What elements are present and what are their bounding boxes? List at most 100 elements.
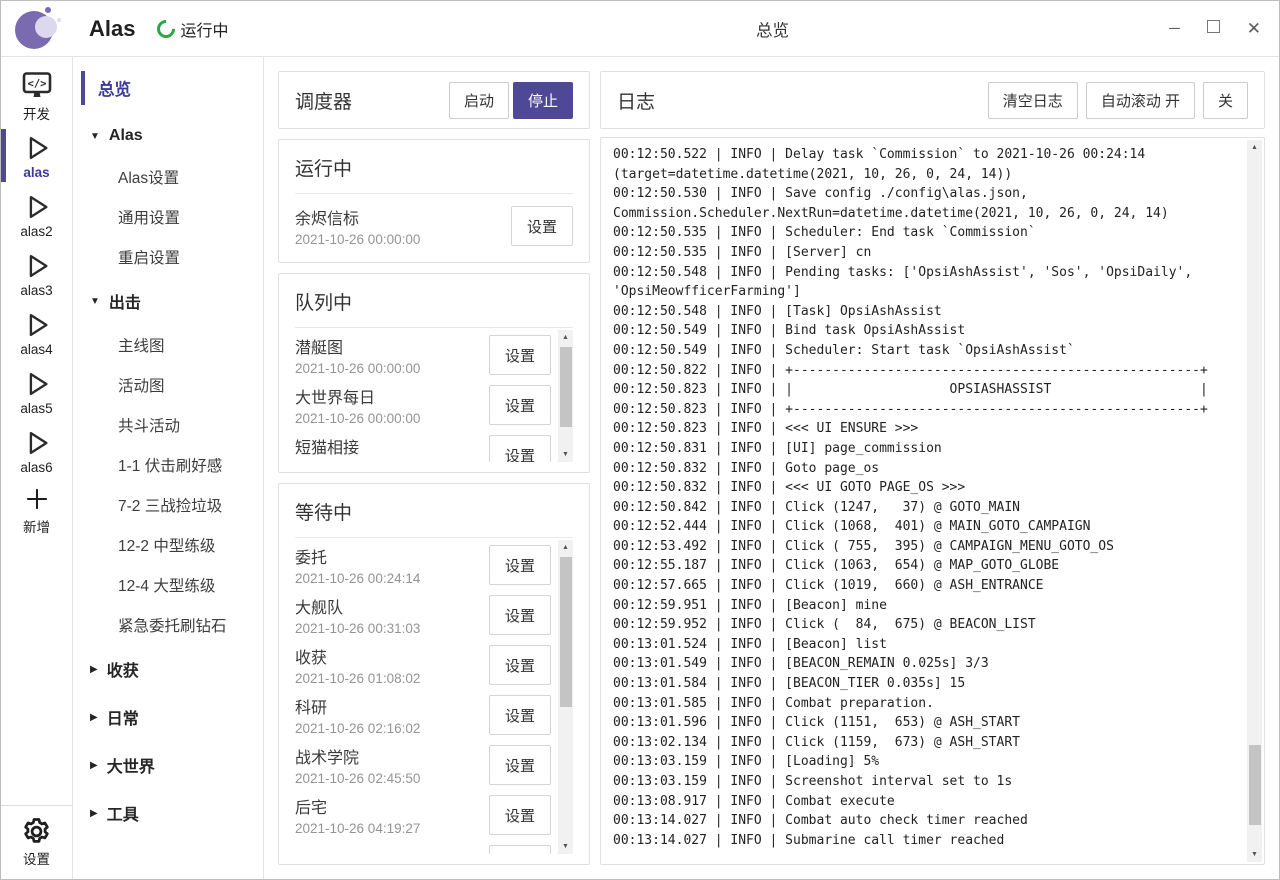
status-label: 运行中 (180, 17, 228, 41)
sidebar-item-alas3[interactable]: alas3 (1, 244, 72, 303)
menu-item-overview[interactable]: 总览 (81, 71, 263, 105)
menu-item-alas-group[interactable]: ▼Alas (73, 115, 263, 157)
scroll-up-icon[interactable]: ▲ (558, 330, 573, 345)
maximize-button[interactable] (1207, 20, 1220, 37)
menu-item-urgent-commission[interactable]: 紧急委托刷钻石 (73, 605, 263, 645)
instance-rail: </>开发 alas alas2 alas3 alas4 alas5 alas6新增 设置 (1, 57, 73, 879)
sidebar-item-alas5[interactable]: alas5 (1, 362, 72, 421)
task-next-run-time: 2021-10-26 00:00:00 (295, 361, 420, 376)
task-setting-button[interactable]: 设置 (489, 335, 551, 375)
task-setting-button[interactable]: 设置 (489, 695, 551, 735)
autoscroll-off-button[interactable]: 关 (1203, 82, 1248, 119)
menu-item-daily-group[interactable]: ▶ 日常 (73, 693, 263, 741)
menu-item-label: 重启设置 (118, 246, 180, 268)
task-name: 短猫相接 (295, 434, 420, 458)
waiting-task-list: 委托2021-10-26 00:24:14设置大舰队2021-10-26 00:… (295, 540, 573, 854)
sidebar-item-alas6[interactable]: alas6 (1, 421, 72, 480)
menu-item-coalition-event[interactable]: 共斗活动 (73, 405, 263, 445)
arrow-right-icon: ▶ (90, 712, 98, 723)
menu-item-map-12-4[interactable]: 12-4 大型练级 (73, 565, 263, 605)
main-content: 调度器 启动 停止 运行中 余烬信标2021-10-26 00:00:00设置 … (264, 57, 1279, 879)
play-icon (22, 191, 52, 223)
task-setting-button[interactable]: 设置 (489, 795, 551, 835)
scroll-down-icon[interactable]: ▼ (558, 447, 573, 462)
close-icon: ✕ (1247, 20, 1261, 38)
rail-item-label: alas (23, 165, 49, 180)
scroll-up-icon[interactable]: ▲ (558, 540, 573, 555)
menu-item-general-settings[interactable]: 通用设置 (73, 197, 263, 237)
scrollbar-thumb[interactable] (560, 347, 572, 427)
task-setting-button[interactable]: 设置 (489, 385, 551, 425)
task-setting-button[interactable]: 设置 (489, 645, 551, 685)
menu-item-map-1-1[interactable]: 1-1 伏击刷好感 (73, 445, 263, 485)
task-name: 后宅 (295, 794, 420, 818)
task-info: 战术学院2021-10-26 02:45:50 (295, 744, 420, 786)
task-setting-button[interactable]: 设置 (489, 545, 551, 585)
sidebar-item-settings[interactable]: 设置 (1, 812, 72, 871)
instance-list: </>开发 alas alas2 alas3 alas4 alas5 alas6新增 (1, 67, 72, 539)
scheduler-stop-button[interactable]: 停止 (513, 82, 573, 119)
sidebar-item-add[interactable]: 新增 (1, 480, 72, 539)
pending-title: 队列中 (295, 288, 573, 315)
scrollbar-thumb[interactable] (560, 557, 572, 707)
sidebar-item-alas2[interactable]: alas2 (1, 185, 72, 244)
clear-log-button[interactable]: 清空日志 (988, 82, 1078, 119)
task-next-run-time: 2021-10-26 00:24:14 (295, 571, 420, 586)
dev-icon: </> (21, 70, 53, 102)
task-setting-button[interactable]: 设置 (511, 206, 573, 246)
play-icon (22, 309, 52, 341)
scrollbar-track[interactable] (558, 345, 573, 447)
task-row: 大舰队2021-10-26 00:31:03设置 (295, 590, 573, 640)
task-name: 商店购买 (295, 852, 359, 855)
menu-item-label: 日常 (107, 705, 139, 729)
scheduler-start-button[interactable]: 启动 (449, 82, 509, 119)
menu-item-label: 12-2 中型练级 (118, 534, 215, 556)
task-next-run-time: 2021-10-26 04:19:27 (295, 821, 420, 836)
menu-item-reward-group[interactable]: ▶收获 (73, 645, 263, 693)
menu-item-event-map[interactable]: 活动图 (73, 365, 263, 405)
autoscroll-on-button[interactable]: 自动滚动 开 (1086, 82, 1195, 119)
menu-item-main-map[interactable]: 主线图 (73, 325, 263, 365)
rail-item-label: alas5 (20, 401, 52, 416)
menu-item-sortie-group[interactable]: ▼出击 (73, 277, 263, 325)
minimize-button[interactable]: ─ (1169, 21, 1180, 37)
menu-item-os-group[interactable]: ▶大世界 (73, 741, 263, 789)
waiting-title: 等待中 (295, 498, 573, 525)
task-setting-button[interactable]: 设置 (489, 435, 551, 462)
task-setting-button[interactable]: 设置 (489, 595, 551, 635)
sidebar-item-dev[interactable]: </>开发 (1, 67, 72, 126)
logo-shape (27, 5, 33, 11)
sidebar-item-alas4[interactable]: alas4 (1, 303, 72, 362)
menu-item-restart-settings[interactable]: 重启设置 (73, 237, 263, 277)
task-row: 收获2021-10-26 01:08:02设置 (295, 640, 573, 690)
rail-item-label: alas3 (20, 283, 52, 298)
scroll-up-icon[interactable]: ▲ (1247, 140, 1262, 155)
scrollbar[interactable]: ▲▼ (558, 540, 573, 854)
running-card: 运行中 余烬信标2021-10-26 00:00:00设置 (278, 139, 590, 263)
scroll-down-icon[interactable]: ▼ (558, 839, 573, 854)
sidebar-item-alas[interactable]: alas (1, 126, 72, 185)
menu-item-map-12-2[interactable]: 12-2 中型练级 (73, 525, 263, 565)
task-setting-button[interactable]: 设置 (489, 845, 551, 854)
task-row: 潜艇图 2021-10-26 00:00:00 设置 (295, 330, 573, 380)
task-next-run-time: 2021-10-26 00:00:00 (295, 232, 420, 247)
task-info: 后宅 2021-10-26 04:19:27 (295, 794, 420, 836)
menu-item-alas-settings[interactable]: Alas设置 (73, 157, 263, 197)
task-name: 潜艇图 (295, 334, 420, 358)
play-icon (22, 427, 52, 459)
scrollbar-track[interactable] (1247, 155, 1262, 847)
task-info: 大世界每日2021-10-26 00:00:00 (295, 384, 420, 426)
close-button[interactable]: ✕ (1247, 20, 1261, 38)
scrollbar-thumb[interactable] (1249, 745, 1261, 825)
scroll-down-icon[interactable]: ▼ (1247, 847, 1262, 862)
scrollbar[interactable]: ▲▼ (1247, 140, 1262, 862)
menu-item-map-7-2[interactable]: 7-2 三战捡垃圾 (73, 485, 263, 525)
scrollbar-track[interactable] (558, 555, 573, 839)
svg-text:</>: </> (27, 78, 46, 90)
scrollbar[interactable]: ▲▼ (558, 330, 573, 462)
menu-item-tool-group[interactable]: ▶工具 (73, 789, 263, 837)
task-setting-button[interactable]: 设置 (489, 745, 551, 785)
task-next-run-time: 2021-10-26 00:00:00 (295, 411, 420, 426)
window-controls: ─✕ (1169, 20, 1261, 38)
menu-item-label: 收获 (107, 657, 139, 681)
